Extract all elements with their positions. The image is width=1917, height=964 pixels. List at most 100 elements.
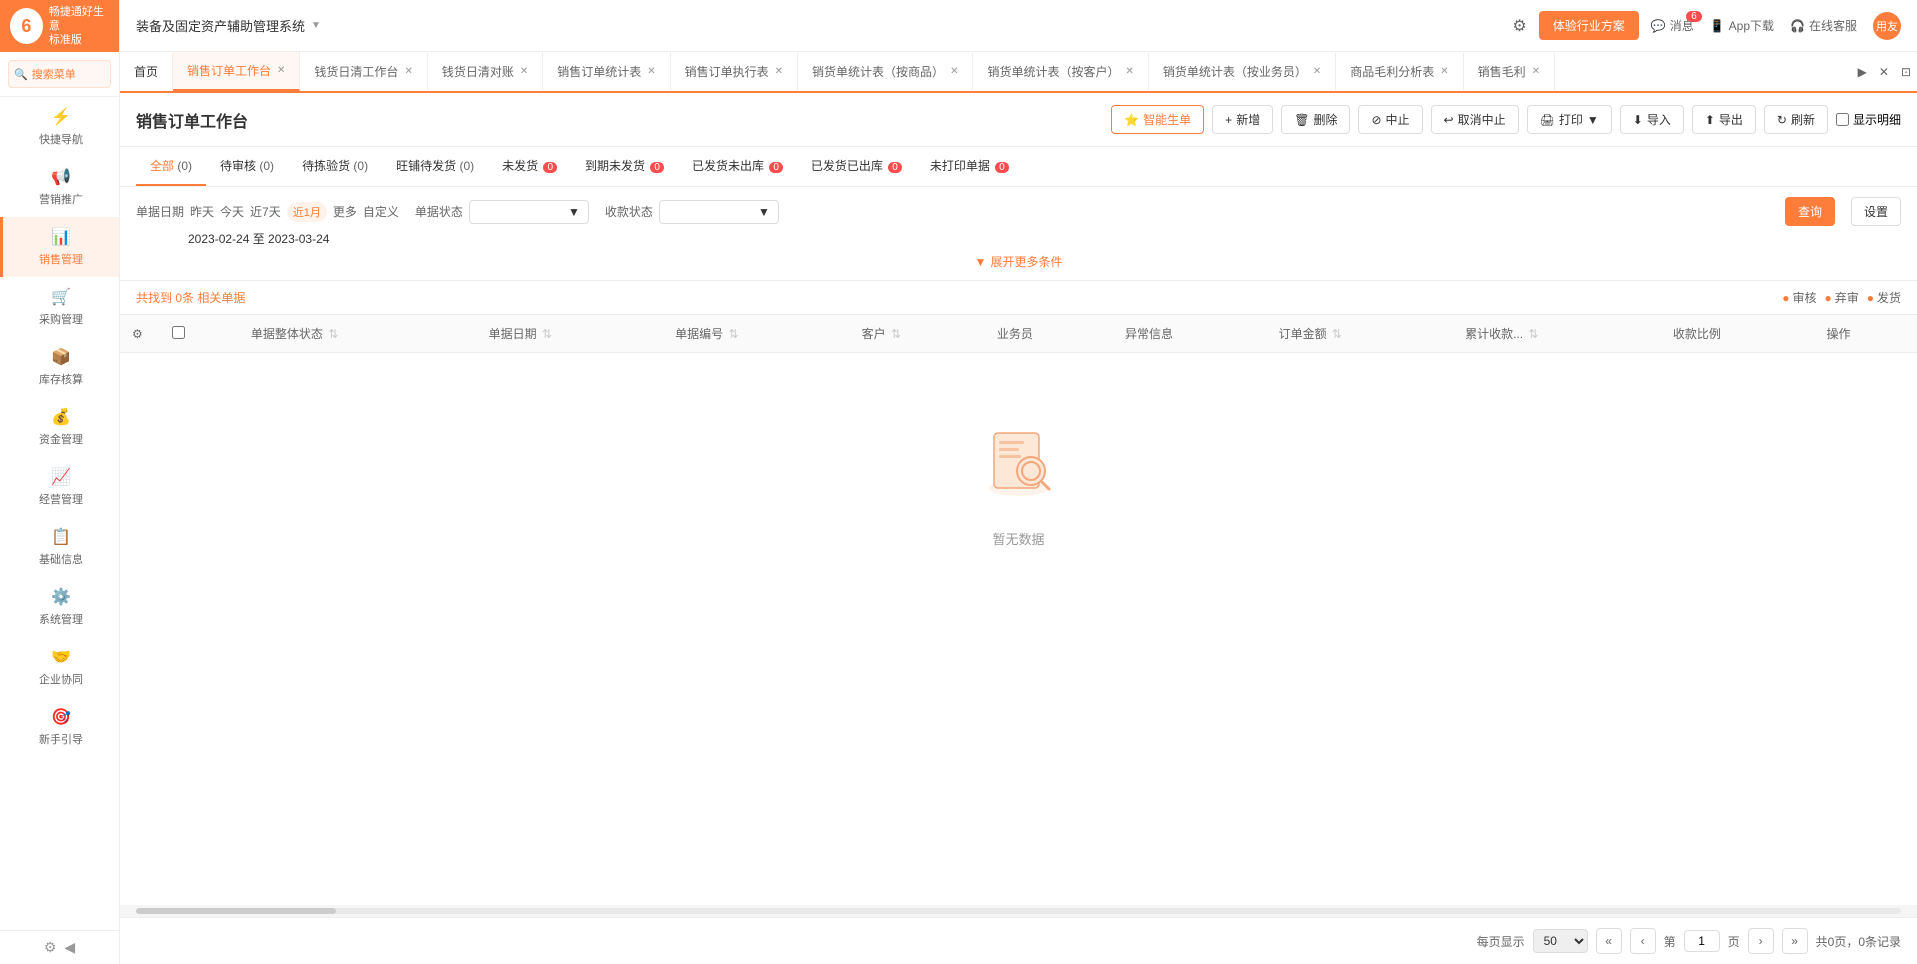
online-service-action[interactable]: 🎧 在线客服 [1790, 17, 1857, 34]
sidebar-search-area[interactable]: 🔍 搜索菜单 [0, 52, 119, 97]
col-number[interactable]: 单据编号 ⇅ [663, 315, 850, 353]
tab-sales-exec[interactable]: 销售订单执行表 ✕ [671, 53, 798, 90]
date-7days-link[interactable]: 近7天 [250, 203, 281, 220]
filter-tab-wangpu-pending[interactable]: 旺铺待发货 (0) [382, 147, 488, 186]
sidebar-item-basic[interactable]: 📋 基础信息 [0, 517, 119, 577]
date-yesterday-link[interactable]: 昨天 [190, 203, 214, 220]
col-collected[interactable]: 累计收款... ⇅ [1453, 315, 1661, 353]
tab-close-sales-stats-product[interactable]: ✕ [950, 66, 958, 77]
cancel-stop-button[interactable]: ↩ 取消中止 [1431, 105, 1519, 134]
status-select[interactable]: ▼ [469, 200, 589, 224]
page-size-select[interactable]: 50 10 20 100 [1533, 929, 1588, 953]
solution-button[interactable]: 体验行业方案 [1539, 11, 1639, 40]
tab-close-sales-exec[interactable]: ✕ [775, 66, 783, 77]
sidebar-item-operations[interactable]: 📈 经营管理 [0, 457, 119, 517]
tab-cash-daily[interactable]: 钱货日清工作台 ✕ [300, 53, 427, 90]
tab-close-sales-stats-customer[interactable]: ✕ [1125, 66, 1133, 77]
show-detail-toggle[interactable]: 显示明细 [1836, 111, 1901, 128]
date-custom-link[interactable]: 自定义 [363, 203, 399, 220]
page-number-input[interactable] [1684, 930, 1720, 952]
import-button[interactable]: ⬇ 导入 [1620, 105, 1684, 134]
tab-close-sales-workbench[interactable]: ✕ [277, 65, 285, 76]
select-all-checkbox[interactable] [172, 326, 185, 339]
ship-action-btn[interactable]: ● 发货 [1867, 289, 1901, 306]
delete-button[interactable]: 🗑 删除 [1281, 105, 1350, 134]
filter-tab-all[interactable]: 全部 (0) [136, 147, 206, 186]
collapse-sidebar-icon[interactable]: ◀ [64, 939, 75, 956]
tab-close-sales-more[interactable]: ✕ [1532, 66, 1540, 77]
tab-close-cash-reconcile[interactable]: ✕ [520, 66, 528, 77]
tab-close-product-profit[interactable]: ✕ [1440, 66, 1448, 77]
system-dropdown-icon[interactable]: ▼ [311, 20, 321, 31]
scroll-thumb[interactable] [136, 908, 336, 914]
sidebar-item-system[interactable]: ⚙️ 系统管理 [0, 577, 119, 637]
sidebar-item-quick-nav[interactable]: ⚡ 快捷导航 [0, 97, 119, 157]
col-status[interactable]: 单据整体状态 ⇅ [239, 315, 477, 353]
sidebar-item-enterprise[interactable]: 🤝 企业协同 [0, 637, 119, 697]
filter-tab-pending-review[interactable]: 待审核 (0) [206, 147, 288, 186]
scroll-track[interactable] [136, 908, 1901, 914]
prev-page-button[interactable]: ‹ [1630, 928, 1656, 954]
refresh-button[interactable]: ↻ 刷新 [1764, 105, 1828, 134]
payment-select[interactable]: ▼ [659, 200, 779, 224]
app-download-action[interactable]: 📱 App下载 [1710, 17, 1774, 34]
smart-create-button[interactable]: ⭐ 智能生单 [1111, 105, 1204, 134]
filter-tab-not-shipped[interactable]: 未发货 0 [488, 147, 571, 186]
tabs-close-btn[interactable]: ✕ [1873, 57, 1895, 87]
sidebar-item-purchase[interactable]: 🛒 采购管理 [0, 277, 119, 337]
tab-cash-reconcile[interactable]: 钱货日清对账 ✕ [428, 53, 543, 90]
empty-text: 暂无数据 [992, 529, 1044, 548]
filter-tab-pending-check[interactable]: 待拣验货 (0) [288, 147, 382, 186]
message-action[interactable]: 💬 消息 6 [1651, 17, 1694, 34]
cancel-review-action-btn[interactable]: ● 弃审 [1824, 289, 1858, 306]
review-action-btn[interactable]: ● 审核 [1782, 289, 1816, 306]
search-menu-button[interactable]: 🔍 搜索菜单 [8, 60, 111, 88]
settings-bottom-icon[interactable]: ⚙ [44, 939, 57, 956]
topbar-settings-icon[interactable]: ⚙ [1512, 16, 1526, 36]
filter-tab-shipped-not-out[interactable]: 已发货未出库 0 [678, 147, 797, 186]
sidebar-item-marketing[interactable]: 📢 营销推广 [0, 157, 119, 217]
date-1month-link[interactable]: 近1月 [287, 202, 327, 222]
tab-sales-stats-staff[interactable]: 销货单统计表（按业务员） ✕ [1149, 53, 1336, 90]
add-button[interactable]: + 新增 [1212, 105, 1273, 134]
filter-tab-not-printed[interactable]: 未打印单据 0 [916, 147, 1023, 186]
tab-sales-stats[interactable]: 销售订单统计表 ✕ [543, 53, 670, 90]
stop-button[interactable]: ⊘ 中止 [1358, 105, 1422, 134]
horizontal-scrollbar[interactable] [120, 905, 1917, 917]
sidebar-item-finance[interactable]: 💰 资金管理 [0, 397, 119, 457]
expand-filter-button[interactable]: ▼ 展开更多条件 [975, 253, 1063, 270]
user-action[interactable]: 用友 [1873, 12, 1901, 40]
query-button[interactable]: 查询 [1785, 197, 1835, 226]
last-page-button[interactable]: » [1782, 928, 1808, 954]
col-date[interactable]: 单据日期 ⇅ [477, 315, 664, 353]
col-customer[interactable]: 客户 ⇅ [850, 315, 985, 353]
settings-button[interactable]: 设置 [1851, 197, 1901, 226]
next-page-button[interactable]: › [1748, 928, 1774, 954]
tab-sales-more[interactable]: 销售毛利 ✕ [1464, 53, 1555, 90]
tab-sales-stats-product[interactable]: 销货单统计表（按商品） ✕ [798, 53, 973, 90]
sidebar-item-sales[interactable]: 📊 销售管理 [0, 217, 119, 277]
export-button[interactable]: ⬆ 导出 [1692, 105, 1756, 134]
sidebar-item-newbie[interactable]: 🎯 新手引导 [0, 697, 119, 757]
table-settings-icon[interactable]: ⚙ [132, 327, 143, 341]
first-page-button[interactable]: « [1596, 928, 1622, 954]
show-detail-checkbox[interactable] [1836, 113, 1849, 126]
tab-close-sales-stats-staff[interactable]: ✕ [1313, 66, 1321, 77]
tab-home[interactable]: 首页 [120, 53, 173, 90]
chevron-down-icon: ▼ [975, 255, 987, 269]
col-amount[interactable]: 订单金额 ⇅ [1267, 315, 1454, 353]
print-button[interactable]: 🖨 打印 ▼ [1527, 105, 1612, 134]
tabs-expand-btn[interactable]: ⊡ [1895, 57, 1917, 87]
tab-close-cash-daily[interactable]: ✕ [404, 66, 412, 77]
tabs-scroll-right-btn[interactable]: ▶ [1852, 57, 1873, 87]
filter-tab-shipped-out[interactable]: 已发货已出库 0 [797, 147, 916, 186]
date-more-link[interactable]: 更多 [333, 203, 357, 220]
tab-sales-stats-customer[interactable]: 销货单统计表（按客户） ✕ [973, 53, 1148, 90]
tab-product-profit[interactable]: 商品毛利分析表 ✕ [1336, 53, 1463, 90]
filter-tab-expired-not-shipped[interactable]: 到期未发货 0 [571, 147, 678, 186]
tab-sales-workbench[interactable]: 销售订单工作台 ✕ [173, 52, 300, 91]
table-scroll-area[interactable]: ⚙ 单据整体状态 ⇅ 单据日期 ⇅ [120, 315, 1917, 905]
tab-close-sales-stats[interactable]: ✕ [647, 66, 655, 77]
sidebar-item-inventory[interactable]: 📦 库存核算 [0, 337, 119, 397]
date-today-link[interactable]: 今天 [220, 203, 244, 220]
